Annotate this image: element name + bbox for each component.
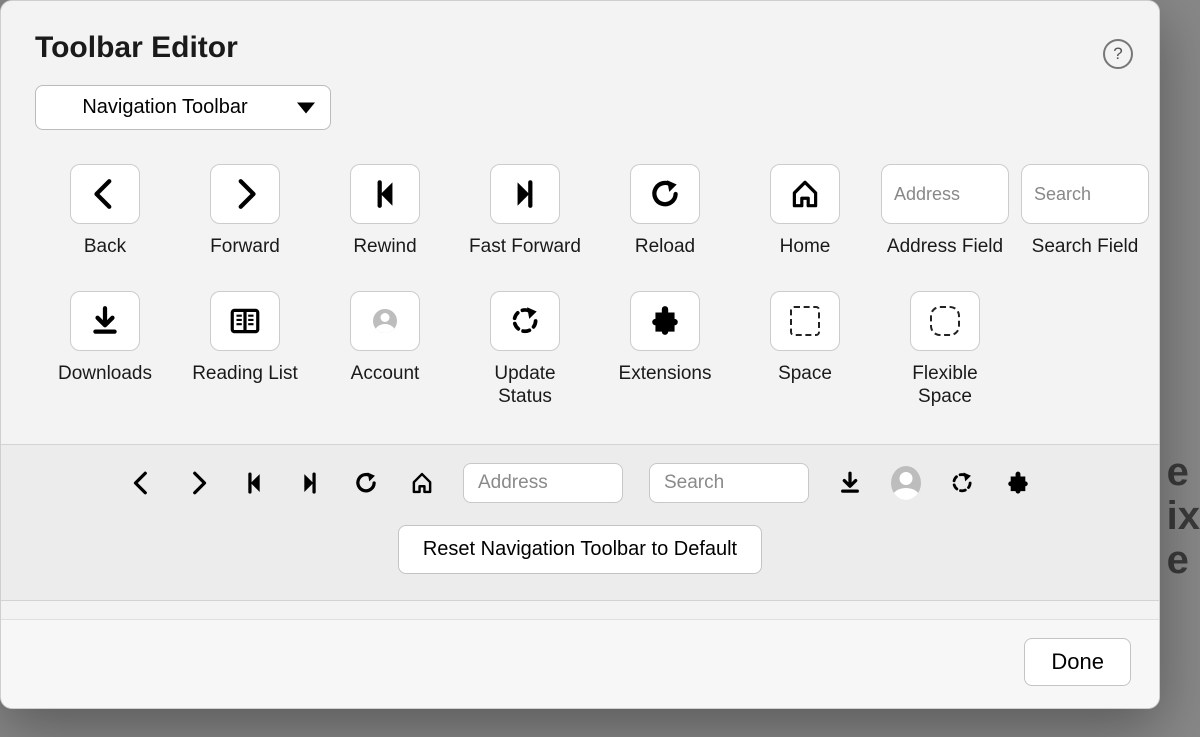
palette-item-label: Search Field [1032, 236, 1139, 259]
space-cell [770, 291, 840, 351]
toolbar-chevron-left[interactable] [127, 468, 157, 498]
download-icon [837, 470, 863, 496]
toolbar-puzzle[interactable] [1003, 468, 1033, 498]
modal-title: Toolbar Editor [35, 31, 1125, 65]
account-cell [350, 291, 420, 351]
toolbar-skip-back[interactable] [239, 468, 269, 498]
toolbar-avatar-filled[interactable] [891, 468, 921, 498]
chevron-right-icon [228, 177, 262, 211]
modal-footer: Done [1, 619, 1159, 708]
palette-item-search-field[interactable]: Search Search Field [1015, 164, 1155, 259]
home-icon [788, 177, 822, 211]
toolbar-home[interactable] [407, 468, 437, 498]
skip-forward-icon [508, 177, 542, 211]
toolbar-editor-modal: ? Toolbar Editor Navigation Toolbar Back… [0, 0, 1160, 709]
reset-toolbar-button[interactable]: Reset Navigation Toolbar to Default [398, 525, 762, 574]
palette-item-label: Address Field [887, 236, 1003, 259]
rewind-cell [350, 164, 420, 224]
toolbar-reload[interactable] [351, 468, 381, 498]
forward-cell [210, 164, 280, 224]
palette-item-label: Extensions [619, 363, 712, 386]
fast-forward-cell [490, 164, 560, 224]
palette-item-label: FlexibleSpace [912, 363, 977, 409]
avatar-icon [373, 309, 397, 333]
help-icon: ? [1113, 44, 1122, 64]
palette-item-label: Back [84, 236, 126, 259]
toolbar-update[interactable] [947, 468, 977, 498]
palette-item-account[interactable]: Account [315, 291, 455, 409]
address-field-preview: Address [881, 164, 1009, 224]
palette-item-space[interactable]: Space [735, 291, 875, 409]
palette-item-fast-forward[interactable]: Fast Forward [455, 164, 595, 259]
chevron-left-icon [88, 177, 122, 211]
palette-item-label: Space [778, 363, 832, 386]
help-button[interactable]: ? [1103, 39, 1133, 69]
items-palette: Back Forward Rewind Fast Forward Reload Home A… [1, 144, 1159, 444]
extensions-cell [630, 291, 700, 351]
palette-item-extensions[interactable]: Extensions [595, 291, 735, 409]
skip-back-icon [241, 470, 267, 496]
toolbar-chevron-right[interactable] [183, 468, 213, 498]
chevron-left-icon [129, 470, 155, 496]
palette-item-label: Forward [210, 236, 280, 259]
book-icon [228, 304, 262, 338]
flexible-space-cell [910, 291, 980, 351]
home-icon [409, 470, 435, 496]
palette-item-label: Reading List [192, 363, 298, 386]
search-field-preview: Search [1021, 164, 1149, 224]
palette-item-reading-list[interactable]: Reading List [175, 291, 315, 409]
download-icon [88, 304, 122, 338]
update-icon [508, 304, 542, 338]
palette-item-back[interactable]: Back [35, 164, 175, 259]
toolbar-skip-forward[interactable] [295, 468, 325, 498]
palette-item-label: Fast Forward [469, 236, 581, 259]
done-button[interactable]: Done [1024, 638, 1131, 686]
palette-item-label: UpdateStatus [494, 363, 555, 409]
toolbar-select-wrap: Navigation Toolbar [35, 85, 331, 130]
palette-item-label: Rewind [353, 236, 416, 259]
preview-area: Address Search Reset Navigation Toolbar t… [1, 444, 1159, 601]
background-text-right: e ix e [1167, 450, 1200, 582]
flexible-space-icon [930, 306, 960, 336]
toolbar-addr-field[interactable]: Address [463, 463, 623, 503]
palette-item-label: Downloads [58, 363, 152, 386]
palette-item-label: Reload [635, 236, 695, 259]
skip-back-icon [368, 177, 402, 211]
chevron-right-icon [185, 470, 211, 496]
palette-item-address-field[interactable]: Address Address Field [875, 164, 1015, 259]
space-icon [790, 306, 820, 336]
toolbar-srch-field[interactable]: Search [649, 463, 809, 503]
preview-toolbar: Address Search [127, 463, 1033, 503]
palette-item-flexible-space[interactable]: FlexibleSpace [875, 291, 1015, 409]
puzzle-icon [1005, 470, 1031, 496]
palette-item-reload[interactable]: Reload [595, 164, 735, 259]
palette-item-update-status[interactable]: UpdateStatus [455, 291, 595, 409]
reading-list-cell [210, 291, 280, 351]
toolbar-select[interactable]: Navigation Toolbar [35, 85, 331, 130]
palette-item-label: Home [780, 236, 831, 259]
palette-item-forward[interactable]: Forward [175, 164, 315, 259]
palette-item-rewind[interactable]: Rewind [315, 164, 455, 259]
reload-icon [353, 470, 379, 496]
update-icon [949, 470, 975, 496]
reload-icon [648, 177, 682, 211]
reload-cell [630, 164, 700, 224]
palette-item-downloads[interactable]: Downloads [35, 291, 175, 409]
home-cell [770, 164, 840, 224]
skip-forward-icon [297, 470, 323, 496]
back-cell [70, 164, 140, 224]
palette-item-home[interactable]: Home [735, 164, 875, 259]
puzzle-icon [648, 304, 682, 338]
palette-item-label: Account [351, 363, 420, 386]
avatar-icon [891, 466, 921, 500]
toolbar-download[interactable] [835, 468, 865, 498]
downloads-cell [70, 291, 140, 351]
update-status-cell [490, 291, 560, 351]
